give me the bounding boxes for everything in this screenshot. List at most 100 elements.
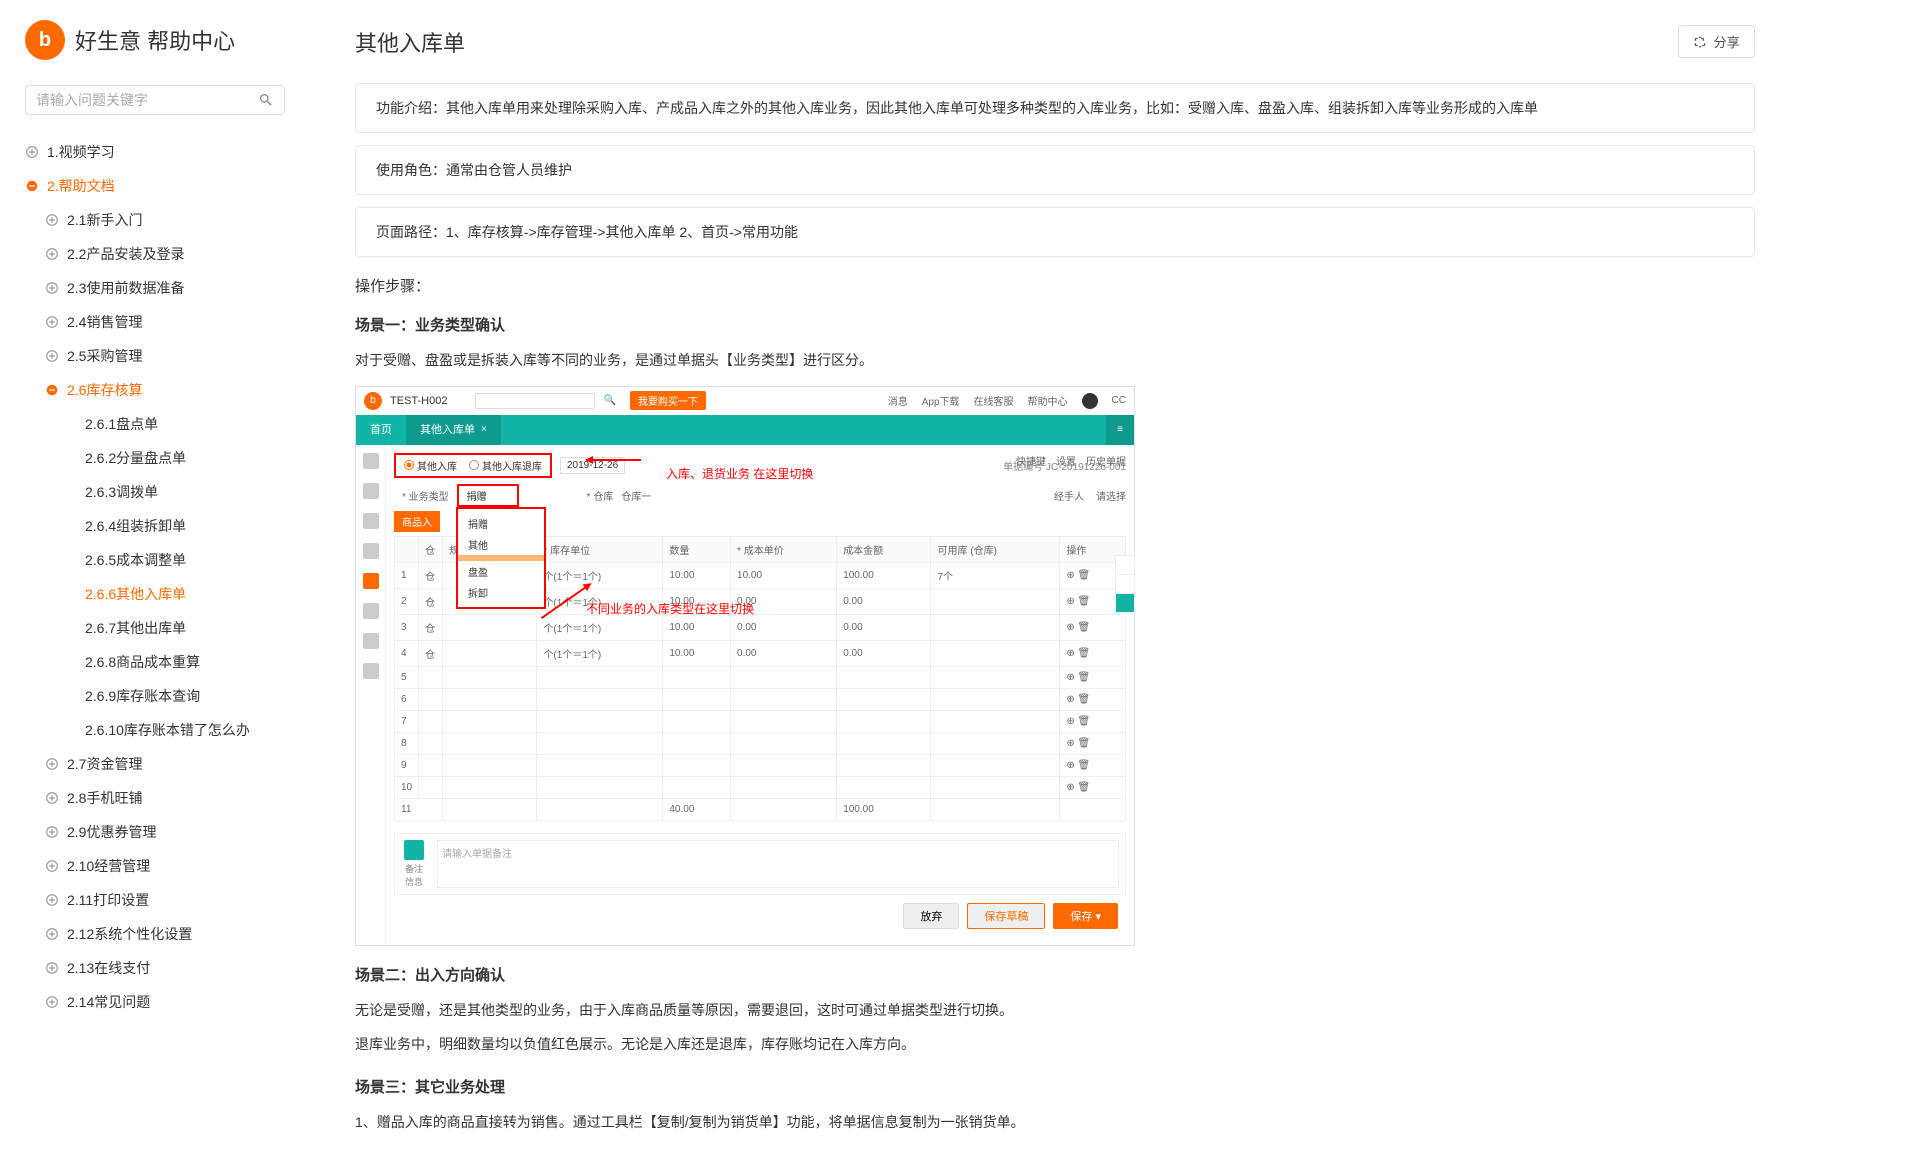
- ss-sidenav-icon[interactable]: [363, 573, 379, 589]
- ss-warehouse-value[interactable]: 仓库一: [621, 488, 651, 503]
- ss-side-action-icon[interactable]: [1115, 593, 1135, 613]
- ss-biztype-select[interactable]: 捐赠: [457, 484, 519, 507]
- nav-item[interactable]: 2.6.10库存账本错了怎么办: [25, 713, 285, 747]
- ss-sidenav-icon[interactable]: [363, 453, 379, 469]
- ss-sidenav-icon[interactable]: [363, 633, 379, 649]
- nav-item[interactable]: 2.8手机旺铺: [25, 781, 285, 815]
- ss-memo-input[interactable]: 请输入单据备注: [437, 840, 1119, 888]
- ss-dropdown-item[interactable]: 盘盈: [458, 561, 544, 582]
- ss-save-button[interactable]: 保存 ▾: [1053, 903, 1118, 929]
- path-label: 页面路径：: [376, 224, 446, 240]
- ss-type-radio-group[interactable]: 其他入库 其他入库退库: [394, 453, 552, 478]
- ss-buy-button[interactable]: 我要购买一下: [630, 391, 706, 410]
- role-box: 使用角色：通常由仓管人员维护: [355, 145, 1755, 195]
- nav-item[interactable]: 2.11打印设置: [25, 883, 285, 917]
- sidebar: b 好生意 帮助中心 1.视频学习2.帮助文档2.1新手入门2.2产品安装及登录…: [0, 0, 310, 1168]
- nav-item[interactable]: 1.视频学习: [25, 135, 285, 169]
- plus-icon: [45, 315, 59, 329]
- minus-icon: [25, 179, 39, 193]
- ss-dropdown-item[interactable]: 其他: [458, 534, 544, 555]
- nav-item[interactable]: 2.14常见问题: [25, 985, 285, 1019]
- ss-tool-settings[interactable]: 设置: [1056, 453, 1076, 468]
- search-box[interactable]: [25, 85, 285, 115]
- nav-item[interactable]: 2.12系统个性化设置: [25, 917, 285, 951]
- ss-toplink-2[interactable]: 在线客服: [974, 393, 1014, 408]
- nav-label: 2.9优惠券管理: [67, 822, 156, 842]
- ss-sidenav-icon[interactable]: [363, 543, 379, 559]
- scene3-text: 1、赠品入库的商品直接转为销售。通过工具栏【复制/复制为销货单】功能，将单据信息…: [355, 1109, 1755, 1136]
- ss-table-tab[interactable]: 商品入: [394, 511, 440, 532]
- nav-item[interactable]: 2.6.8商品成本重算: [25, 645, 285, 679]
- share-button[interactable]: 分享: [1678, 25, 1755, 58]
- nav-item[interactable]: 2.2产品安装及登录: [25, 237, 285, 271]
- ss-tabs-collapse-icon[interactable]: ≡: [1106, 415, 1134, 445]
- nav-item[interactable]: 2.6.7其他出库单: [25, 611, 285, 645]
- ss-cancel-button[interactable]: 放弃: [903, 903, 959, 929]
- ss-sidenav-icon[interactable]: [363, 483, 379, 499]
- nav-item[interactable]: 2.7资金管理: [25, 747, 285, 781]
- table-row[interactable]: 10⊕ 🗑: [395, 776, 1126, 798]
- ss-tool-history[interactable]: 历史单据: [1086, 453, 1126, 468]
- ss-sidenav-icon[interactable]: [363, 663, 379, 679]
- nav-label: 2.4销售管理: [67, 312, 142, 332]
- ss-tab-current[interactable]: 其他入库单×: [406, 415, 501, 445]
- nav-item[interactable]: 2.6.5成本调整单: [25, 543, 285, 577]
- nav-label: 2.6.8商品成本重算: [85, 652, 200, 672]
- table-row[interactable]: 6⊕ 🗑: [395, 688, 1126, 710]
- nav-label: 2.8手机旺铺: [67, 788, 142, 808]
- nav-item[interactable]: 2.10经营管理: [25, 849, 285, 883]
- ss-biztype-label: * 业务类型: [402, 488, 449, 503]
- table-row[interactable]: 5⊕ 🗑: [395, 666, 1126, 688]
- ss-logo-icon: b: [364, 392, 382, 410]
- ss-dropdown-item[interactable]: 拆卸: [458, 582, 544, 603]
- brand-name: 好生意 帮助中心: [75, 24, 235, 56]
- nav-item[interactable]: 2.1新手入门: [25, 203, 285, 237]
- ss-search-icon: 🔍: [603, 395, 615, 406]
- table-row[interactable]: 8⊕ 🗑: [395, 732, 1126, 754]
- nav-item[interactable]: 2.6.1盘点单: [25, 407, 285, 441]
- ss-biztype-dropdown[interactable]: 捐赠 其他 盘盈 拆卸: [456, 507, 546, 609]
- intro-box: 功能介绍：其他入库单用来处理除采购入库、产成品入库之外的其他入库业务，因此其他入…: [355, 83, 1755, 133]
- ss-tool-shortcut[interactable]: 快捷键: [1016, 453, 1046, 468]
- close-icon[interactable]: ×: [481, 415, 487, 445]
- nav-item[interactable]: 2.4销售管理: [25, 305, 285, 339]
- nav-item[interactable]: 2.9优惠券管理: [25, 815, 285, 849]
- ss-avatar-icon[interactable]: [1082, 393, 1098, 409]
- nav-item[interactable]: 2.6.9库存账本查询: [25, 679, 285, 713]
- nav-item[interactable]: 2.5采购管理: [25, 339, 285, 373]
- ss-sidenav-icon[interactable]: [363, 513, 379, 529]
- nav-item[interactable]: 2.6库存核算: [25, 373, 285, 407]
- nav-item[interactable]: 2.6.2分量盘点单: [25, 441, 285, 475]
- role-label: 使用角色：: [376, 162, 446, 178]
- table-row[interactable]: 3仓个(1个＝1个)10.000.000.00⊕ 🗑: [395, 614, 1126, 640]
- nav-label: 2.6.2分量盘点单: [85, 448, 186, 468]
- table-row[interactable]: 7⊕ 🗑: [395, 710, 1126, 732]
- nav-label: 2.6.4组装拆卸单: [85, 516, 186, 536]
- table-row[interactable]: 4仓个(1个＝1个)10.000.000.00⊕ 🗑: [395, 640, 1126, 666]
- ss-side-action-icon[interactable]: [1115, 555, 1135, 575]
- ss-toplink-0[interactable]: 消息: [888, 393, 908, 408]
- nav-item[interactable]: 2.帮助文档: [25, 169, 285, 203]
- nav-item[interactable]: 2.6.4组装拆卸单: [25, 509, 285, 543]
- nav-item[interactable]: 2.13在线支付: [25, 951, 285, 985]
- nav-item[interactable]: 2.6.6其他入库单: [25, 577, 285, 611]
- ss-sidenav-icon[interactable]: [363, 603, 379, 619]
- plus-icon: [45, 961, 59, 975]
- table-row[interactable]: 9⊕ 🗑: [395, 754, 1126, 776]
- ss-draft-button[interactable]: 保存草稿: [967, 903, 1045, 929]
- path-box: 页面路径：1、库存核算->库存管理->其他入库单 2、首页->常用功能: [355, 207, 1755, 257]
- ss-search-input[interactable]: [475, 393, 595, 409]
- share-label: 分享: [1713, 32, 1740, 51]
- ss-side-action-icon[interactable]: [1115, 574, 1135, 594]
- ss-toplink-3[interactable]: 帮助中心: [1028, 393, 1068, 408]
- ss-tab-home[interactable]: 首页: [356, 415, 406, 445]
- nav-item[interactable]: 2.6.3调拨单: [25, 475, 285, 509]
- search-input[interactable]: [36, 92, 258, 108]
- ss-handler-value[interactable]: 请选择: [1096, 488, 1126, 503]
- nav-item[interactable]: 2.3使用前数据准备: [25, 271, 285, 305]
- plus-icon: [45, 995, 59, 1009]
- ss-dropdown-item[interactable]: 捐赠: [458, 513, 544, 534]
- nav-label: 2.11打印设置: [67, 890, 149, 910]
- scene2-text2: 退库业务中，明细数量均以负值红色展示。无论是入库还是退库，库存账均记在入库方向。: [355, 1031, 1755, 1058]
- ss-toplink-1[interactable]: App下载: [922, 393, 960, 408]
